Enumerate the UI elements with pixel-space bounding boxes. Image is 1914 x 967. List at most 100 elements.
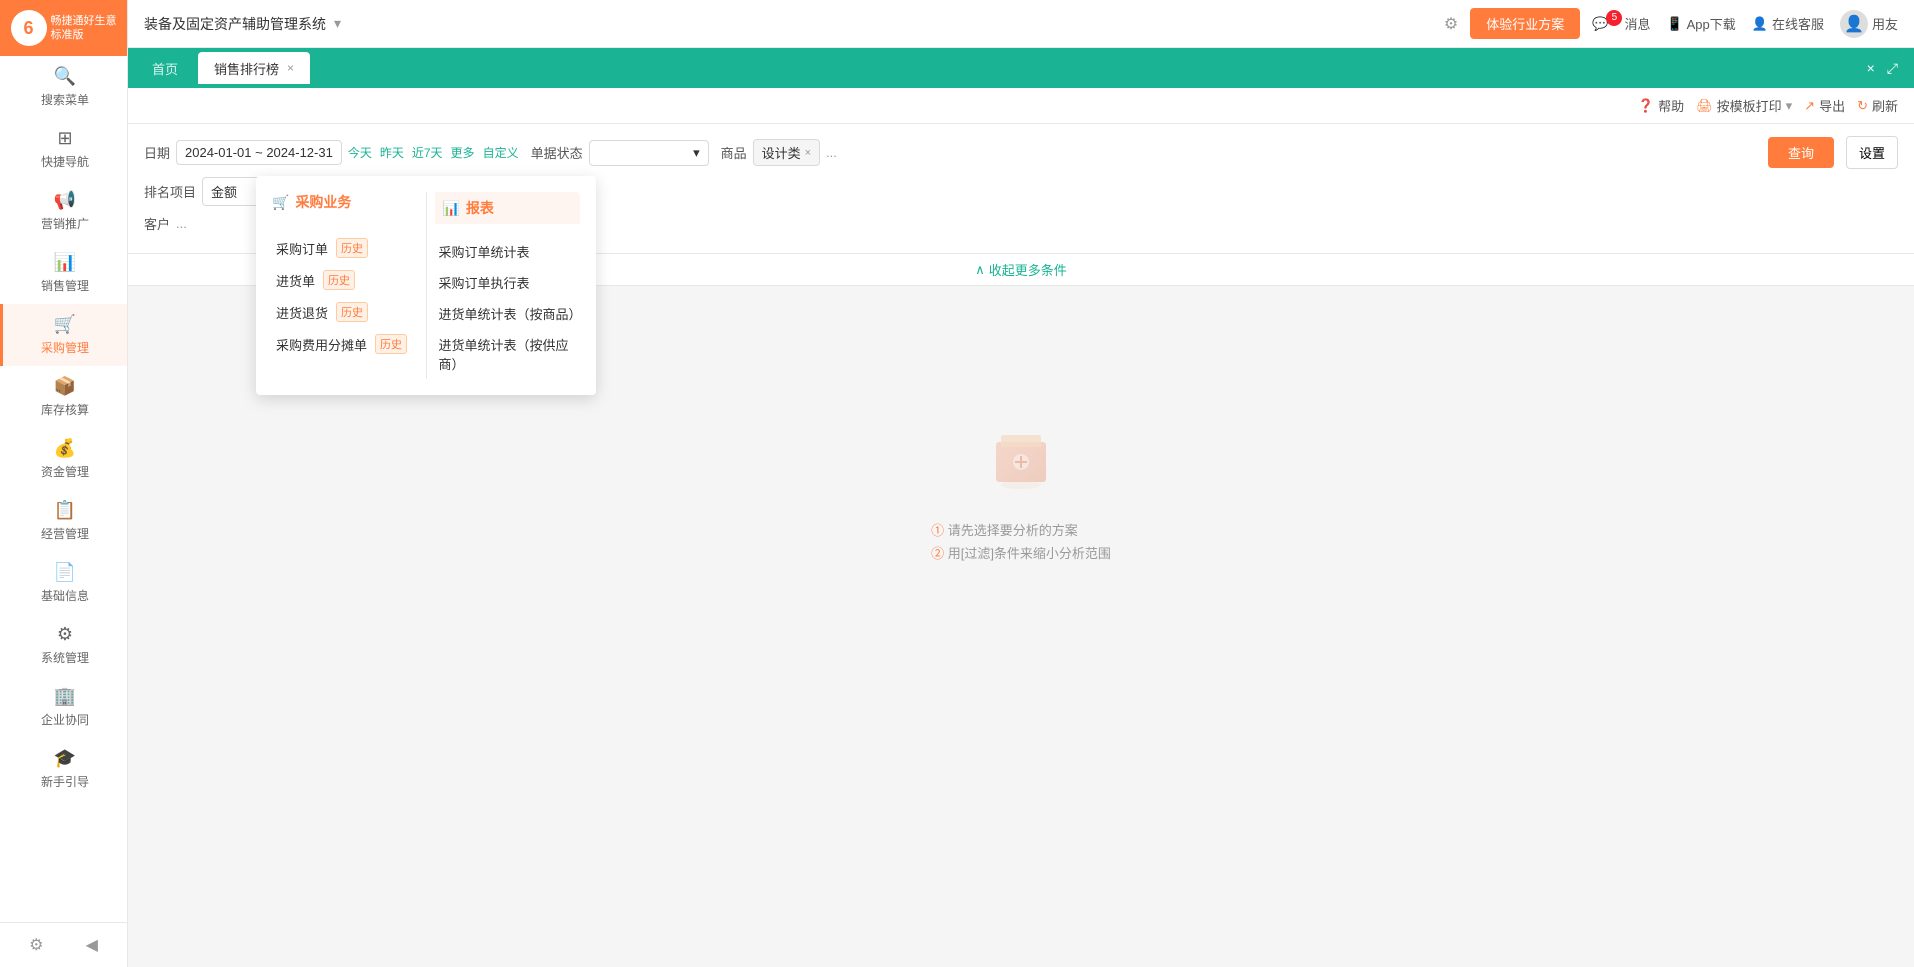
sidebar-item-basic-info[interactable]: 📄 基础信息 <box>0 552 127 614</box>
sidebar-item-label: 库存核算 <box>41 401 89 418</box>
finance-icon: 💰 <box>54 438 76 459</box>
tab-sales-ranking[interactable]: 销售排行榜 × <box>198 52 310 84</box>
sidebar-logo: 6 畅捷通好生意 标准版 <box>0 0 127 56</box>
refresh-btn[interactable]: ↻ 刷新 <box>1857 96 1898 115</box>
inventory-icon: 📦 <box>54 376 76 397</box>
goods-tag-close-icon[interactable]: × <box>805 147 811 159</box>
sidebar-item-purchase[interactable]: 🛒 采购管理 <box>0 304 127 366</box>
service-icon: 👤 <box>1752 16 1768 32</box>
print-dropdown-icon[interactable]: ▾ <box>1786 98 1793 114</box>
order-status-select[interactable]: ▾ <box>589 140 709 166</box>
incoming-stats-supplier-label: 进货单统计表（按供应商） <box>439 335 577 373</box>
help-icon: ❓ <box>1638 98 1654 114</box>
customer-filter: 客户 ... <box>144 214 187 233</box>
goods-tag[interactable]: 设计类 × <box>753 139 820 166</box>
goods-tag-value: 设计类 <box>762 143 801 162</box>
sidebar-item-system[interactable]: ⚙ 系统管理 <box>0 614 127 676</box>
logo-icon: 6 <box>11 10 47 46</box>
sidebar: 6 畅捷通好生意 标准版 🔍 搜索菜单 ⊞ 快捷导航 📢 营销推广 📊 销售管理… <box>0 0 128 967</box>
window-close-icon[interactable]: × <box>1867 60 1875 76</box>
sidebar-footer: ⚙ ◀ <box>0 922 127 967</box>
search-icon: 🔍 <box>54 66 76 87</box>
tab-close-icon[interactable]: × <box>287 61 294 75</box>
history-tag-4: 历史 <box>375 334 407 354</box>
date-link-custom[interactable]: 自定义 <box>483 144 519 161</box>
print-btn[interactable]: 🖨 按模板打印 ▾ <box>1696 96 1792 115</box>
customer-dots[interactable]: ... <box>176 216 187 231</box>
menu-purchase-order[interactable]: 采购订单 历史 <box>272 232 418 264</box>
date-filter: 日期 2024-01-01 ~ 2024-12-31 今天 昨天 近7天 更多 … <box>144 140 519 165</box>
collapse-sidebar-icon[interactable]: ◀ <box>86 935 98 955</box>
report-menu-icon: 📊 <box>443 200 460 217</box>
purchase-order-label: 采购订单 <box>276 239 328 258</box>
sidebar-item-newbie[interactable]: 🎓 新手引导 <box>0 738 127 800</box>
app-download-item[interactable]: 📱 App下载 <box>1666 14 1735 33</box>
app-download-label: App下载 <box>1687 14 1736 33</box>
report-col-title: 📊 报表 <box>435 192 581 224</box>
goods-filter: 商品 设计类 × ... <box>721 139 837 166</box>
user-label: 用友 <box>1872 14 1898 33</box>
home-icon: ⊞ <box>57 128 72 149</box>
date-label: 日期 <box>144 143 170 162</box>
sidebar-item-marketing[interactable]: 📢 营销推广 <box>0 180 127 242</box>
message-item[interactable]: 💬 5 消息 <box>1592 14 1650 33</box>
menu-po-stats[interactable]: 采购订单统计表 <box>435 236 581 267</box>
sidebar-item-label: 采购管理 <box>41 339 89 356</box>
avatar: 👤 <box>1840 10 1868 38</box>
content-toolbar: ❓ 帮助 🖨 按模板打印 ▾ ↗ 导出 ↻ 刷新 <box>128 88 1914 124</box>
settings-button[interactable]: 设置 <box>1846 136 1898 169</box>
collapse-label: 收起更多条件 <box>989 260 1067 279</box>
export-btn[interactable]: ↗ 导出 <box>1804 96 1845 115</box>
po-exec-label: 采购订单执行表 <box>439 273 530 292</box>
purchase-icon: 🛒 <box>54 314 76 335</box>
menu-incoming[interactable]: 进货单 历史 <box>272 264 418 296</box>
query-button[interactable]: 查询 <box>1768 137 1834 168</box>
return-label: 进货退货 <box>276 303 328 322</box>
rank-item-label: 排名项目 <box>144 182 196 201</box>
enterprise-icon: 🏢 <box>54 686 76 707</box>
system-title: 装备及固定资产辅助管理系统 <box>144 14 326 34</box>
sidebar-item-finance[interactable]: 💰 资金管理 <box>0 428 127 490</box>
dropdown-menu: 🛒 采购业务 采购订单 历史 进货单 历史 进货退货 历史 <box>256 176 596 395</box>
header-settings-icon[interactable]: ⚙ <box>1444 14 1458 34</box>
sidebar-item-enterprise[interactable]: 🏢 企业协同 <box>0 676 127 738</box>
sidebar-item-inventory[interactable]: 📦 库存核算 <box>0 366 127 428</box>
tab-home[interactable]: 首页 <box>136 52 194 84</box>
sidebar-item-label: 基础信息 <box>41 587 89 604</box>
order-status-label: 单据状态 <box>531 143 583 162</box>
collapse-up-icon: ∧ <box>975 262 985 278</box>
date-link-7days[interactable]: 近7天 <box>412 144 443 161</box>
sidebar-item-search[interactable]: 🔍 搜索菜单 <box>0 56 127 118</box>
trial-btn[interactable]: 体验行业方案 <box>1470 8 1580 39</box>
filter-row-1: 日期 2024-01-01 ~ 2024-12-31 今天 昨天 近7天 更多 … <box>144 136 1898 169</box>
menu-incoming-stats-goods[interactable]: 进货单统计表（按商品） <box>435 298 581 329</box>
sidebar-item-label: 新手引导 <box>41 773 89 790</box>
sidebar-item-sales[interactable]: 📊 销售管理 <box>0 242 127 304</box>
help-btn[interactable]: ❓ 帮助 <box>1638 96 1684 115</box>
tip-num-2: ② <box>931 546 944 561</box>
goods-dots[interactable]: ... <box>826 145 837 160</box>
menu-po-exec[interactable]: 采购订单执行表 <box>435 267 581 298</box>
window-expand-icon[interactable]: ⤢ <box>1887 60 1898 77</box>
menu-return[interactable]: 进货退货 历史 <box>272 296 418 328</box>
menu-cost-spread[interactable]: 采购费用分摊单 历史 <box>272 328 418 360</box>
date-range-input[interactable]: 2024-01-01 ~ 2024-12-31 <box>176 140 342 165</box>
date-link-more[interactable]: 更多 <box>451 144 475 161</box>
sidebar-item-operations[interactable]: 📋 经营管理 <box>0 490 127 552</box>
settings-footer-icon[interactable]: ⚙ <box>29 935 43 955</box>
sales-icon: 📊 <box>54 252 76 273</box>
incoming-stats-goods-label: 进货单统计表（按商品） <box>439 304 577 323</box>
sidebar-item-quick-nav[interactable]: ⊞ 快捷导航 <box>0 118 127 180</box>
dropdown-arrow-icon[interactable]: ▾ <box>334 15 341 32</box>
online-service-item[interactable]: 👤 在线客服 <box>1752 14 1824 33</box>
date-link-today[interactable]: 今天 <box>348 144 372 161</box>
sidebar-item-label: 搜索菜单 <box>41 91 89 108</box>
user-item[interactable]: 👤 用友 <box>1840 10 1898 38</box>
menu-incoming-stats-supplier[interactable]: 进货单统计表（按供应商） <box>435 329 581 379</box>
goods-label: 商品 <box>721 143 747 162</box>
po-stats-label: 采购订单统计表 <box>439 242 530 261</box>
dropdown-purchase-col: 🛒 采购业务 采购订单 历史 进货单 历史 进货退货 历史 <box>272 192 418 379</box>
empty-tip-2: ② 用[过滤]条件来缩小分析范围 <box>931 542 1111 565</box>
date-link-yesterday[interactable]: 昨天 <box>380 144 404 161</box>
sidebar-item-label: 经营管理 <box>41 525 89 542</box>
